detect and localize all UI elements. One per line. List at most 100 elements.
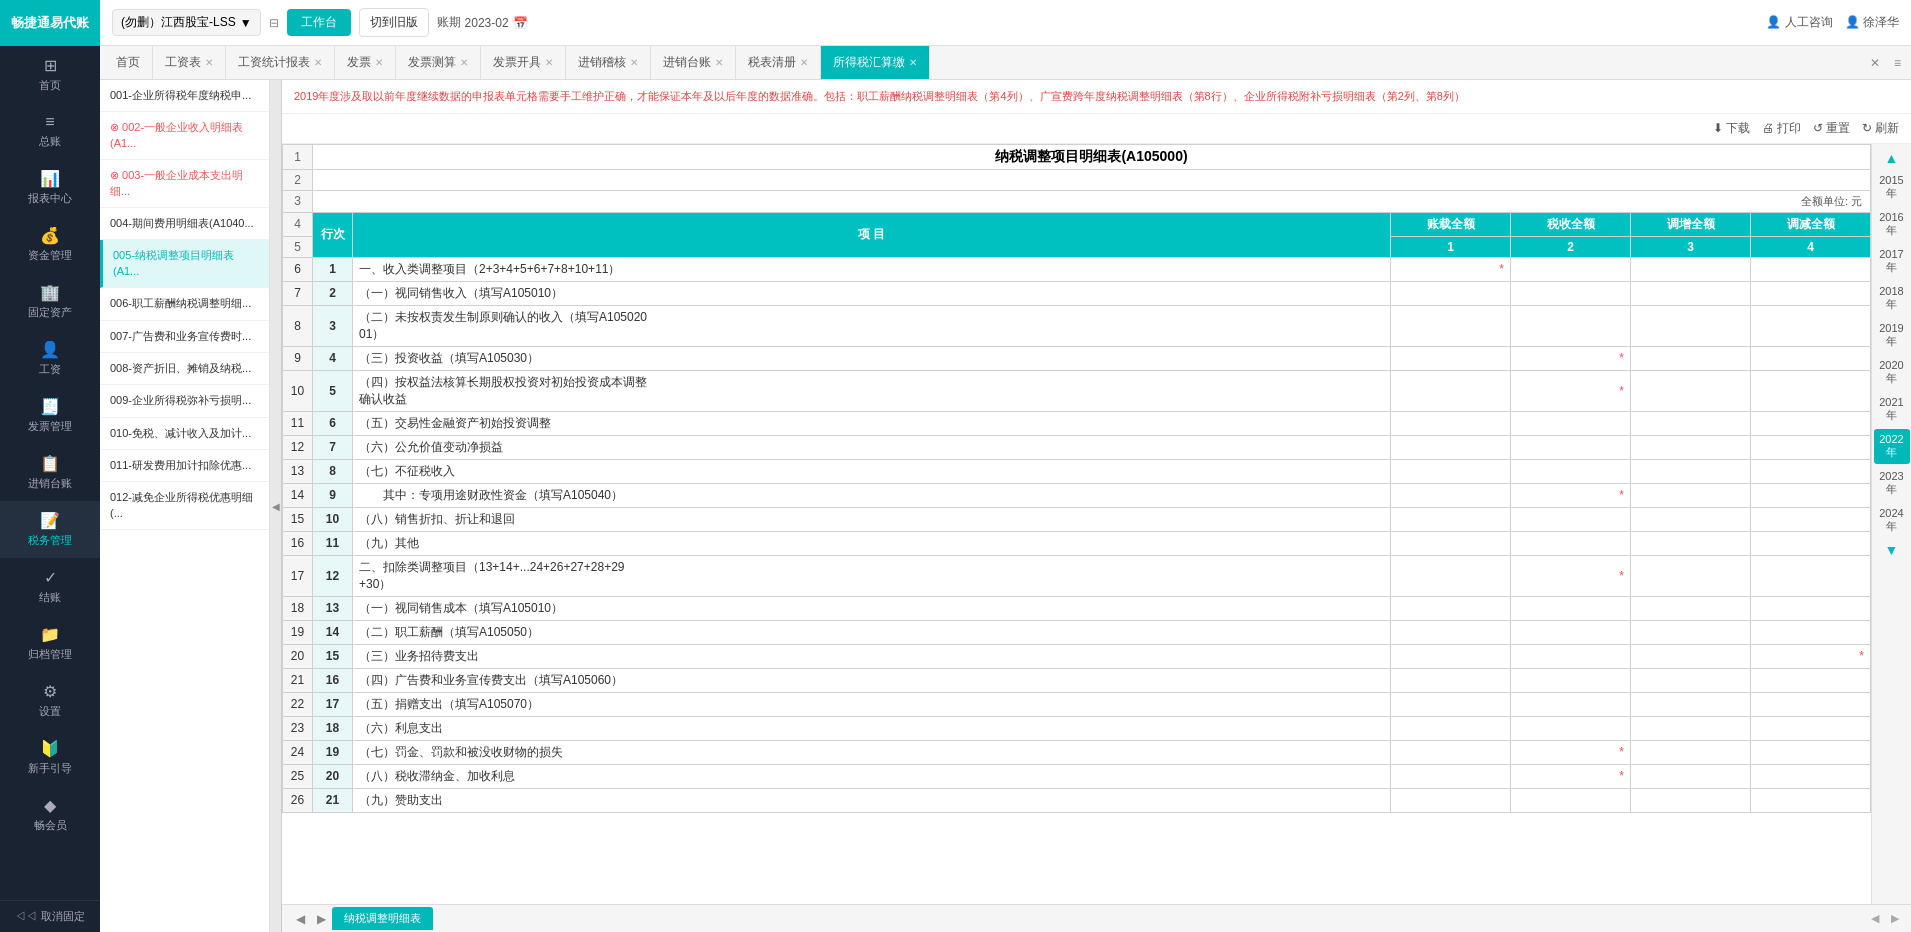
sidebar-item-close-account[interactable]: ✓ 结账 — [0, 558, 100, 615]
print-button[interactable]: 🖨 打印 — [1762, 120, 1801, 137]
amount-cell-4[interactable] — [1751, 483, 1871, 507]
tab-close-icon[interactable]: ✕ — [314, 57, 322, 68]
company-selector[interactable]: (勿删）江西股宝-LSS ▼ — [112, 9, 261, 36]
left-panel-item-010[interactable]: 010-免税、减计收入及加计... — [100, 418, 269, 450]
amount-cell-4[interactable] — [1751, 692, 1871, 716]
amount-cell-2[interactable] — [1511, 281, 1631, 305]
amount-cell-2[interactable]: * — [1511, 483, 1631, 507]
year-2024[interactable]: 2024年 — [1874, 503, 1910, 538]
amount-cell-2[interactable] — [1511, 459, 1631, 483]
year-2021[interactable]: 2021年 — [1874, 392, 1910, 427]
amount-cell-3[interactable] — [1631, 281, 1751, 305]
amount-cell-4[interactable] — [1751, 620, 1871, 644]
amount-cell-4[interactable] — [1751, 459, 1871, 483]
left-panel-item-004[interactable]: 004-期间费用明细表(A1040... — [100, 208, 269, 240]
year-2016[interactable]: 2016年 — [1874, 207, 1910, 242]
next-sheet-button[interactable]: ▶ — [311, 912, 332, 926]
amount-cell-2[interactable] — [1511, 411, 1631, 435]
amount-cell-3[interactable] — [1631, 459, 1751, 483]
tab-close-icon[interactable]: ✕ — [375, 57, 383, 68]
sidebar-item-archive[interactable]: 📁 归档管理 — [0, 615, 100, 672]
download-button[interactable]: ⬇ 下载 — [1713, 120, 1750, 137]
amount-cell-3[interactable] — [1631, 555, 1751, 596]
amount-cell-4[interactable]: * — [1751, 644, 1871, 668]
year-2020[interactable]: 2020年 — [1874, 355, 1910, 390]
amount-cell-2[interactable] — [1511, 596, 1631, 620]
project-cell[interactable]: （七）不征税收入 — [353, 459, 1391, 483]
sidebar-item-reports[interactable]: 📊 报表中心 — [0, 159, 100, 216]
amount-cell-4[interactable] — [1751, 764, 1871, 788]
project-cell[interactable]: （八）税收滞纳金、加收利息 — [353, 764, 1391, 788]
amount-cell-2[interactable] — [1511, 692, 1631, 716]
scroll-left-icon[interactable]: ◀ — [1867, 912, 1883, 925]
amount-cell-1[interactable] — [1391, 788, 1511, 812]
project-cell[interactable]: （三）投资收益（填写A105030） — [353, 346, 1391, 370]
amount-cell-4[interactable] — [1751, 257, 1871, 281]
sidebar-item-assets[interactable]: 🏢 固定资产 — [0, 273, 100, 330]
project-cell[interactable]: （一）视同销售成本（填写A105010） — [353, 596, 1391, 620]
amount-cell-1[interactable] — [1391, 740, 1511, 764]
tab-close-icon[interactable]: ✕ — [630, 57, 638, 68]
amount-cell-2[interactable] — [1511, 668, 1631, 692]
left-panel-item-012[interactable]: 012-减免企业所得税优惠明细(... — [100, 482, 269, 530]
project-cell[interactable]: （二）未按权责发生制原则确认的收入（填写A10502001） — [353, 305, 1391, 346]
table-wrapper[interactable]: 1 纳税调整项目明细表(A105000) 2 3 全额单位 — [282, 144, 1871, 905]
amount-cell-4[interactable] — [1751, 435, 1871, 459]
sidebar-item-home[interactable]: ⊞ 首页 — [0, 46, 100, 103]
amount-cell-3[interactable] — [1631, 370, 1751, 411]
amount-cell-1[interactable] — [1391, 692, 1511, 716]
project-cell[interactable]: （四）广告费和业务宣传费支出（填写A105060） — [353, 668, 1391, 692]
project-cell[interactable]: （三）业务招待费支出 — [353, 644, 1391, 668]
project-cell[interactable]: （八）销售折扣、折让和退回 — [353, 507, 1391, 531]
project-cell[interactable]: 其中：专项用途财政性资金（填写A105040） — [353, 483, 1391, 507]
amount-cell-1[interactable] — [1391, 370, 1511, 411]
amount-cell-4[interactable] — [1751, 370, 1871, 411]
refresh-button[interactable]: ↻ 刷新 — [1862, 120, 1899, 137]
tab-close-icon[interactable]: ✕ — [800, 57, 808, 68]
sidebar-item-ledger[interactable]: ≡ 总账 — [0, 103, 100, 159]
amount-cell-4[interactable] — [1751, 788, 1871, 812]
sidebar-item-purchase-sales[interactable]: 📋 进销台账 — [0, 444, 100, 501]
left-panel-item-009[interactable]: 009-企业所得税弥补亏损明... — [100, 385, 269, 417]
amount-cell-4[interactable] — [1751, 305, 1871, 346]
amount-cell-3[interactable] — [1631, 411, 1751, 435]
project-cell[interactable]: （四）按权益法核算长期股权投资对初始投资成本调整确认收益 — [353, 370, 1391, 411]
amount-cell-1[interactable] — [1391, 531, 1511, 555]
amount-cell-1[interactable]: * — [1391, 257, 1511, 281]
project-cell[interactable]: （七）罚金、罚款和被没收财物的损失 — [353, 740, 1391, 764]
amount-cell-2[interactable] — [1511, 788, 1631, 812]
unpin-button[interactable]: ◁◁ 取消固定 — [0, 900, 100, 932]
year-2015[interactable]: 2015年 — [1874, 170, 1910, 205]
amount-cell-4[interactable] — [1751, 596, 1871, 620]
year-2022[interactable]: 2022年 — [1874, 429, 1910, 464]
project-cell[interactable]: （六）利息支出 — [353, 716, 1391, 740]
amount-cell-1[interactable] — [1391, 459, 1511, 483]
left-panel-item-007[interactable]: 007-广告费和业务宣传费时... — [100, 321, 269, 353]
old-version-button[interactable]: 切到旧版 — [359, 8, 429, 37]
amount-cell-1[interactable] — [1391, 435, 1511, 459]
amount-cell-2[interactable]: * — [1511, 740, 1631, 764]
tab-purchase-sales-check[interactable]: 进销稽核 ✕ — [566, 46, 651, 79]
amount-cell-3[interactable] — [1631, 668, 1751, 692]
sidebar-item-settings[interactable]: ⚙ 设置 — [0, 672, 100, 729]
amount-cell-4[interactable] — [1751, 507, 1871, 531]
amount-cell-3[interactable] — [1631, 435, 1751, 459]
amount-cell-2[interactable]: * — [1511, 370, 1631, 411]
project-cell[interactable]: 二、扣除类调整项目（13+14+...24+26+27+28+29+30） — [353, 555, 1391, 596]
tab-close-active-icon[interactable]: ✕ — [909, 57, 917, 68]
amount-cell-1[interactable] — [1391, 507, 1511, 531]
year-2019[interactable]: 2019年 — [1874, 318, 1910, 353]
amount-cell-1[interactable] — [1391, 305, 1511, 346]
tab-invoice[interactable]: 发票 ✕ — [335, 46, 396, 79]
amount-cell-1[interactable] — [1391, 555, 1511, 596]
amount-cell-2[interactable] — [1511, 531, 1631, 555]
prev-sheet-button[interactable]: ◀ — [290, 912, 311, 926]
sidebar-item-salary[interactable]: 👤 工资 — [0, 330, 100, 387]
scroll-right-icon[interactable]: ▶ — [1887, 912, 1903, 925]
amount-cell-1[interactable] — [1391, 483, 1511, 507]
amount-cell-1[interactable] — [1391, 411, 1511, 435]
amount-cell-2[interactable] — [1511, 507, 1631, 531]
amount-cell-4[interactable] — [1751, 740, 1871, 764]
year-2017[interactable]: 2017年 — [1874, 244, 1910, 279]
amount-cell-2[interactable]: * — [1511, 555, 1631, 596]
